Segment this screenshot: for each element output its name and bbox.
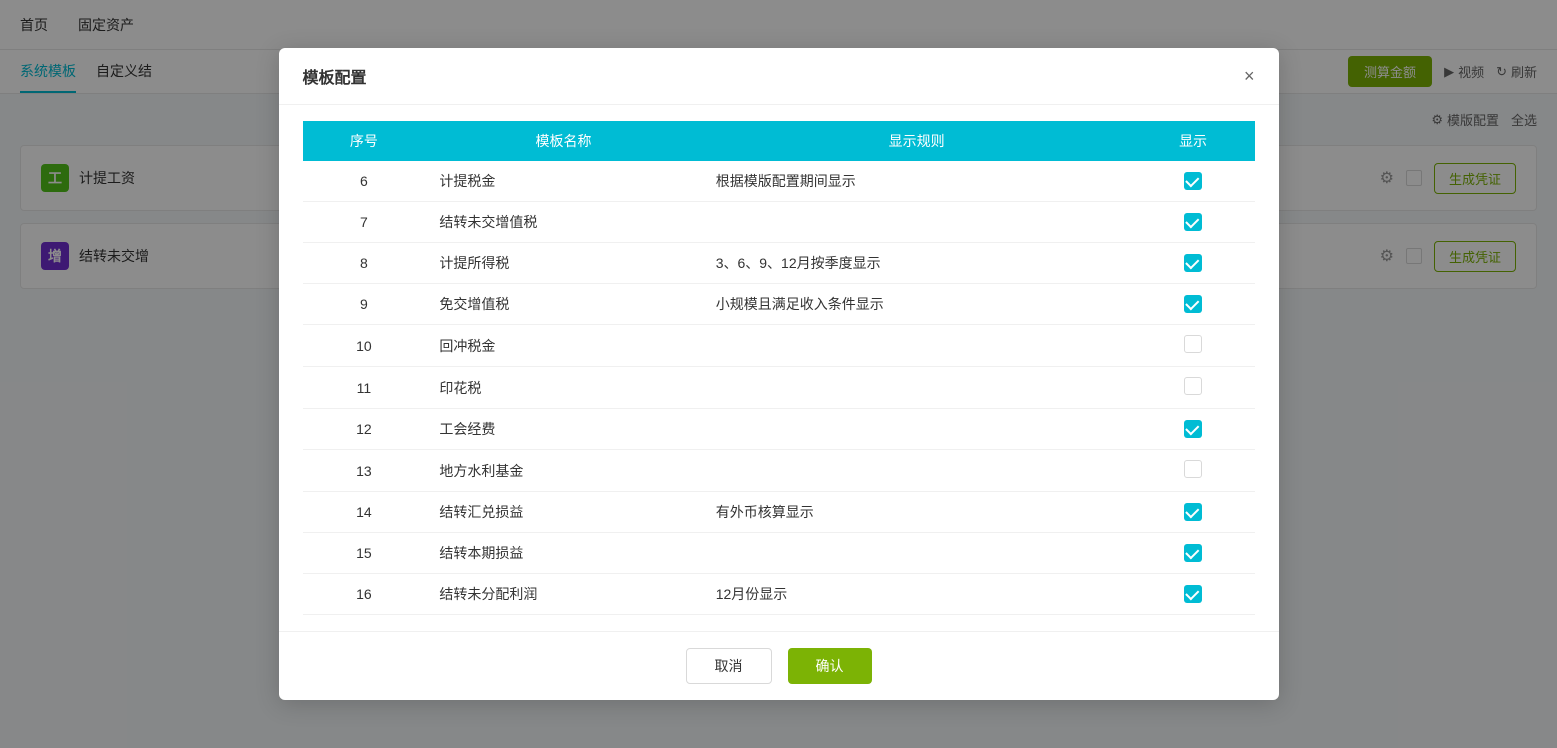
- row-id: 13: [303, 450, 426, 492]
- row-rule: [702, 409, 1132, 450]
- modal-template-config: 模板配置 × 序号 模板名称 显示规则 显示 6: [279, 48, 1279, 700]
- row-checkbox-cell: [1132, 325, 1255, 367]
- row-id: 11: [303, 367, 426, 409]
- row-checkbox-5[interactable]: [1184, 377, 1202, 395]
- modal-body: 序号 模板名称 显示规则 显示 6计提税金根据模版配置期间显示7结转未交增值税8…: [279, 105, 1279, 631]
- row-rule: [702, 533, 1132, 574]
- row-id: 14: [303, 492, 426, 533]
- row-name: 工会经费: [425, 409, 701, 450]
- table-row: 16结转未分配利润12月份显示: [303, 574, 1255, 615]
- row-checkbox-cell: [1132, 243, 1255, 284]
- row-name: 计提所得税: [425, 243, 701, 284]
- modal-footer: 取消 确认: [279, 631, 1279, 700]
- col-name: 模板名称: [425, 121, 701, 161]
- row-rule: 根据模版配置期间显示: [702, 161, 1132, 202]
- row-rule: [702, 202, 1132, 243]
- row-checkbox-3[interactable]: [1184, 295, 1202, 313]
- row-rule: 12月份显示: [702, 574, 1132, 615]
- row-checkbox-cell: [1132, 202, 1255, 243]
- row-name: 结转汇兑损益: [425, 492, 701, 533]
- table-header: 序号 模板名称 显示规则 显示: [303, 121, 1255, 161]
- row-checkbox-7[interactable]: [1184, 460, 1202, 478]
- row-rule: [702, 367, 1132, 409]
- row-checkbox-1[interactable]: [1184, 213, 1202, 231]
- row-id: 8: [303, 243, 426, 284]
- row-name: 印花税: [425, 367, 701, 409]
- row-checkbox-cell: [1132, 161, 1255, 202]
- cancel-button[interactable]: 取消: [686, 648, 772, 684]
- row-checkbox-4[interactable]: [1184, 335, 1202, 353]
- row-name: 结转未交增值税: [425, 202, 701, 243]
- row-checkbox-cell: [1132, 367, 1255, 409]
- config-table: 序号 模板名称 显示规则 显示 6计提税金根据模版配置期间显示7结转未交增值税8…: [303, 121, 1255, 615]
- row-checkbox-cell: [1132, 533, 1255, 574]
- row-name: 回冲税金: [425, 325, 701, 367]
- row-id: 16: [303, 574, 426, 615]
- modal-title: 模板配置: [303, 64, 367, 88]
- col-rule: 显示规则: [702, 121, 1132, 161]
- row-id: 10: [303, 325, 426, 367]
- row-id: 9: [303, 284, 426, 325]
- row-rule: 小规模且满足收入条件显示: [702, 284, 1132, 325]
- table-row: 9免交增值税小规模且满足收入条件显示: [303, 284, 1255, 325]
- row-name: 免交增值税: [425, 284, 701, 325]
- row-rule: [702, 450, 1132, 492]
- table-row: 13地方水利基金: [303, 450, 1255, 492]
- row-checkbox-cell: [1132, 574, 1255, 615]
- col-display: 显示: [1132, 121, 1255, 161]
- table-scroll-area[interactable]: 序号 模板名称 显示规则 显示 6计提税金根据模版配置期间显示7结转未交增值税8…: [303, 121, 1255, 615]
- modal-close-button[interactable]: ×: [1244, 66, 1255, 87]
- table-row: 7结转未交增值税: [303, 202, 1255, 243]
- row-checkbox-cell: [1132, 450, 1255, 492]
- row-checkbox-6[interactable]: [1184, 420, 1202, 438]
- row-rule: [702, 325, 1132, 367]
- row-checkbox-8[interactable]: [1184, 503, 1202, 521]
- row-rule: 有外币核算显示: [702, 492, 1132, 533]
- row-id: 6: [303, 161, 426, 202]
- confirm-button[interactable]: 确认: [788, 648, 872, 684]
- row-name: 地方水利基金: [425, 450, 701, 492]
- row-checkbox-0[interactable]: [1184, 172, 1202, 190]
- row-name: 结转未分配利润: [425, 574, 701, 615]
- row-checkbox-cell: [1132, 492, 1255, 533]
- row-checkbox-2[interactable]: [1184, 254, 1202, 272]
- row-name: 计提税金: [425, 161, 701, 202]
- row-checkbox-10[interactable]: [1184, 585, 1202, 603]
- row-rule: 3、6、9、12月按季度显示: [702, 243, 1132, 284]
- table-row: 14结转汇兑损益有外币核算显示: [303, 492, 1255, 533]
- row-name: 结转本期损益: [425, 533, 701, 574]
- table-row: 15结转本期损益: [303, 533, 1255, 574]
- table-row: 12工会经费: [303, 409, 1255, 450]
- col-id: 序号: [303, 121, 426, 161]
- modal-header: 模板配置 ×: [279, 48, 1279, 105]
- row-checkbox-9[interactable]: [1184, 544, 1202, 562]
- table-row: 6计提税金根据模版配置期间显示: [303, 161, 1255, 202]
- row-id: 12: [303, 409, 426, 450]
- row-id: 15: [303, 533, 426, 574]
- modal-overlay: 模板配置 × 序号 模板名称 显示规则 显示 6: [0, 0, 1557, 748]
- row-checkbox-cell: [1132, 284, 1255, 325]
- row-id: 7: [303, 202, 426, 243]
- table-row: 8计提所得税3、6、9、12月按季度显示: [303, 243, 1255, 284]
- table-row: 11印花税: [303, 367, 1255, 409]
- table-body: 6计提税金根据模版配置期间显示7结转未交增值税8计提所得税3、6、9、12月按季…: [303, 161, 1255, 615]
- table-row: 10回冲税金: [303, 325, 1255, 367]
- row-checkbox-cell: [1132, 409, 1255, 450]
